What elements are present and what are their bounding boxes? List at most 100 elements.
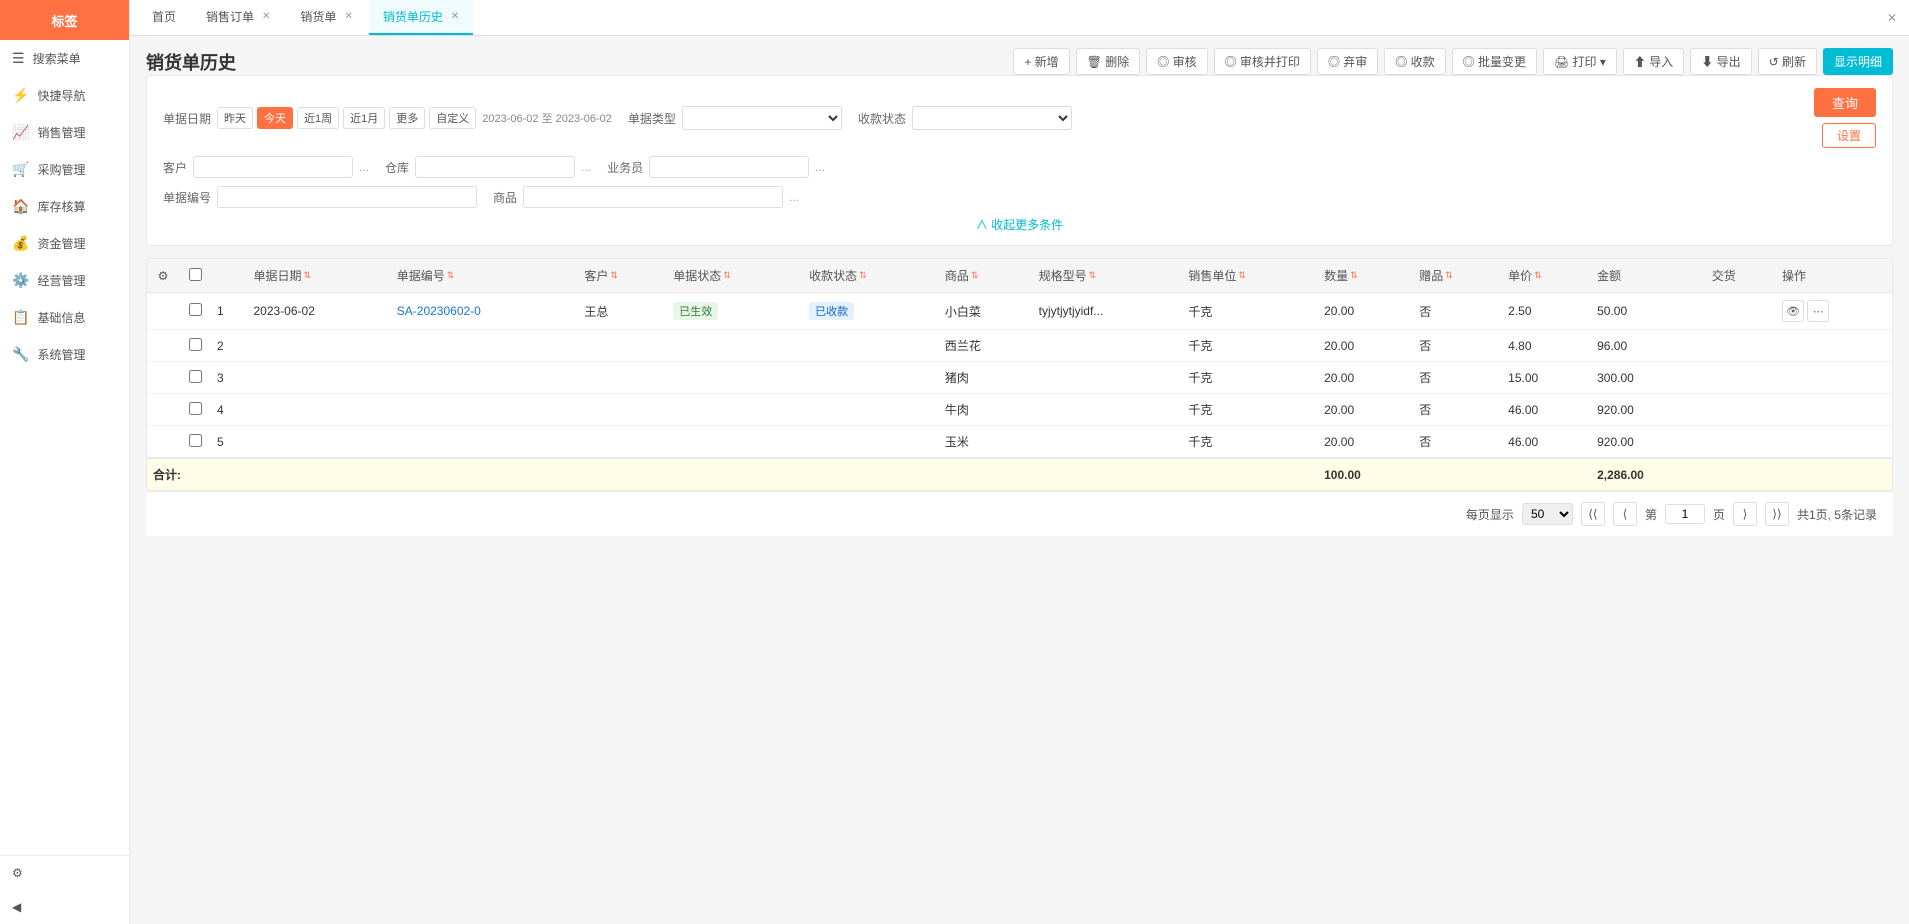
tab-sales-history[interactable]: 销货单历史 ✕ <box>369 0 473 35</box>
row-goods: 玉米 <box>939 426 1033 459</box>
tab-bar-close-btn[interactable]: ✕ <box>1883 7 1901 29</box>
page-number-input[interactable] <box>1665 504 1705 524</box>
col-spec[interactable]: 规格型号⇅ <box>1033 259 1183 293</box>
staff-dots[interactable]: ... <box>815 160 825 174</box>
refresh-button[interactable]: ↺ 刷新 <box>1758 48 1817 75</box>
row-unit: 千克 <box>1182 394 1318 426</box>
tab-home[interactable]: 首页 <box>138 0 190 35</box>
date-btn-month[interactable]: 近1月 <box>343 107 385 129</box>
audit-print-button[interactable]: ◎ 审核并打印 <box>1214 48 1311 75</box>
table-footer: 合计: 100.00 2,286.00 <box>147 458 1892 490</box>
more-btn[interactable]: ⋯ <box>1807 300 1829 322</box>
row-checkbox-0[interactable] <box>189 303 202 316</box>
show-detail-button[interactable]: 显示明细 <box>1823 48 1893 75</box>
batch-change-button[interactable]: ◎ 批量变更 <box>1452 48 1537 75</box>
sidebar-item-sales-mgmt[interactable]: 📈 销售管理 <box>0 114 129 151</box>
goods-dots[interactable]: ... <box>789 190 799 204</box>
set-button[interactable]: 设置 <box>1822 123 1876 148</box>
sidebar-item-finance-mgmt[interactable]: 💰 资金管理 <box>0 225 129 262</box>
row-doc-no[interactable]: SA-20230602-0 <box>391 293 579 330</box>
col-goods[interactable]: 商品⇅ <box>939 259 1033 293</box>
sidebar-settings-btn[interactable]: ⚙ <box>0 856 129 890</box>
row-check-cell[interactable] <box>179 293 211 330</box>
col-settings[interactable]: ⚙ <box>147 259 179 293</box>
row-amount: 920.00 <box>1591 394 1706 426</box>
sidebar-item-operation-mgmt[interactable]: ⚙️ 经营管理 <box>0 262 129 299</box>
warehouse-input[interactable] <box>415 156 575 178</box>
row-check-cell[interactable] <box>179 394 211 426</box>
customer-dots[interactable]: ... <box>359 160 369 174</box>
discard-button[interactable]: ◎ 弃审 <box>1317 48 1378 75</box>
export-button[interactable]: ⬇ 导出 <box>1690 48 1751 75</box>
audit-button[interactable]: ◎ 审核 <box>1146 48 1207 75</box>
date-btn-custom[interactable]: 自定义 <box>429 107 476 129</box>
col-unit[interactable]: 销售单位⇅ <box>1182 259 1318 293</box>
main-area: 首页 销售订单 ✕ 销货单 ✕ 销货单历史 ✕ ✕ 销货单历史 + 新增 🗑 删… <box>130 0 1909 924</box>
customer-input[interactable] <box>193 156 353 178</box>
row-checkbox-1[interactable] <box>189 338 202 351</box>
doc-type-select[interactable] <box>682 106 842 130</box>
per-page-select[interactable]: 20 50 100 200 <box>1522 503 1573 525</box>
goods-input[interactable] <box>523 186 783 208</box>
query-button[interactable]: 查询 <box>1814 88 1876 117</box>
row-check-cell[interactable] <box>179 330 211 362</box>
row-check-cell[interactable] <box>179 362 211 394</box>
row-doc-status <box>667 394 803 426</box>
warehouse-dots[interactable]: ... <box>581 160 591 174</box>
next-page-btn[interactable]: ⟩ <box>1733 502 1757 526</box>
print-button[interactable]: 🖨 打印 ▾ <box>1543 48 1617 75</box>
row-check-cell[interactable] <box>179 426 211 459</box>
sidebar-item-inventory[interactable]: 🏠 库存核算 <box>0 188 129 225</box>
sidebar-item-system-mgmt[interactable]: 🔧 系统管理 <box>0 336 129 373</box>
last-page-btn[interactable]: ⟩⟩ <box>1765 502 1789 526</box>
date-btn-yesterday[interactable]: 昨天 <box>217 107 253 129</box>
add-button[interactable]: + 新增 <box>1013 48 1069 75</box>
payment-status-select[interactable] <box>912 106 1072 130</box>
row-doc-no[interactable] <box>391 394 579 426</box>
sidebar-item-purchase-mgmt[interactable]: 🛒 采购管理 <box>0 151 129 188</box>
filter-row-2: 客户 ... 仓库 ... 业务员 ... <box>163 156 1876 178</box>
col-doc-status[interactable]: 单据状态⇅ <box>667 259 803 293</box>
tab-sales-order-close[interactable]: ✕ <box>262 11 270 22</box>
import-button[interactable]: ⬆ 导入 <box>1623 48 1684 75</box>
row-checkbox-4[interactable] <box>189 434 202 447</box>
tab-sales-delivery[interactable]: 销货单 ✕ <box>286 0 366 35</box>
col-payment-status[interactable]: 收款状态⇅ <box>803 259 939 293</box>
doc-no-input[interactable] <box>217 186 477 208</box>
staff-input[interactable] <box>649 156 809 178</box>
sidebar-item-basic-info[interactable]: 📋 基础信息 <box>0 299 129 336</box>
sidebar-item-label: 采购管理 <box>37 161 85 178</box>
delete-button[interactable]: 🗑 删除 <box>1076 48 1141 75</box>
sidebar-item-quick-nav[interactable]: ⚡ 快捷导航 <box>0 77 129 114</box>
col-doc-no[interactable]: 单据编号⇅ <box>391 259 579 293</box>
sidebar-item-search-menu[interactable]: ☰ 搜索菜单 <box>0 40 129 77</box>
collapse-icon: ◀ <box>12 900 21 914</box>
sidebar-collapse-btn[interactable]: ◀ <box>0 890 129 924</box>
row-checkbox-3[interactable] <box>189 402 202 415</box>
date-btn-today[interactable]: 今天 <box>257 107 293 129</box>
collect-button[interactable]: ◎ 收款 <box>1384 48 1445 75</box>
col-qty[interactable]: 数量⇅ <box>1318 259 1413 293</box>
row-checkbox-2[interactable] <box>189 370 202 383</box>
date-btn-more[interactable]: 更多 <box>389 107 425 129</box>
select-all-checkbox[interactable] <box>189 268 202 281</box>
date-btn-week[interactable]: 近1周 <box>297 107 339 129</box>
row-payment-status: 已收款 <box>803 293 939 330</box>
col-doc-date[interactable]: 单据日期⇅ <box>247 259 390 293</box>
prev-page-btn[interactable]: ⟨ <box>1613 502 1637 526</box>
row-doc-no[interactable] <box>391 426 579 459</box>
view-btn[interactable]: 👁 <box>1782 300 1804 322</box>
warehouse-label: 仓库 <box>385 159 409 176</box>
row-doc-no[interactable] <box>391 362 579 394</box>
tab-sales-order[interactable]: 销售订单 ✕ <box>192 0 284 35</box>
col-gift[interactable]: 赠品⇅ <box>1413 259 1502 293</box>
tab-sales-history-close[interactable]: ✕ <box>451 11 459 22</box>
row-doc-no[interactable] <box>391 330 579 362</box>
row-settings-cell <box>147 362 179 394</box>
col-price[interactable]: 单价⇅ <box>1502 259 1591 293</box>
collapse-btn[interactable]: ∧ 收起更多条件 <box>163 216 1876 233</box>
tab-sales-delivery-close[interactable]: ✕ <box>344 11 352 22</box>
first-page-btn[interactable]: ⟨⟨ <box>1581 502 1605 526</box>
col-customer[interactable]: 客户⇅ <box>578 259 667 293</box>
row-amount: 96.00 <box>1591 330 1706 362</box>
